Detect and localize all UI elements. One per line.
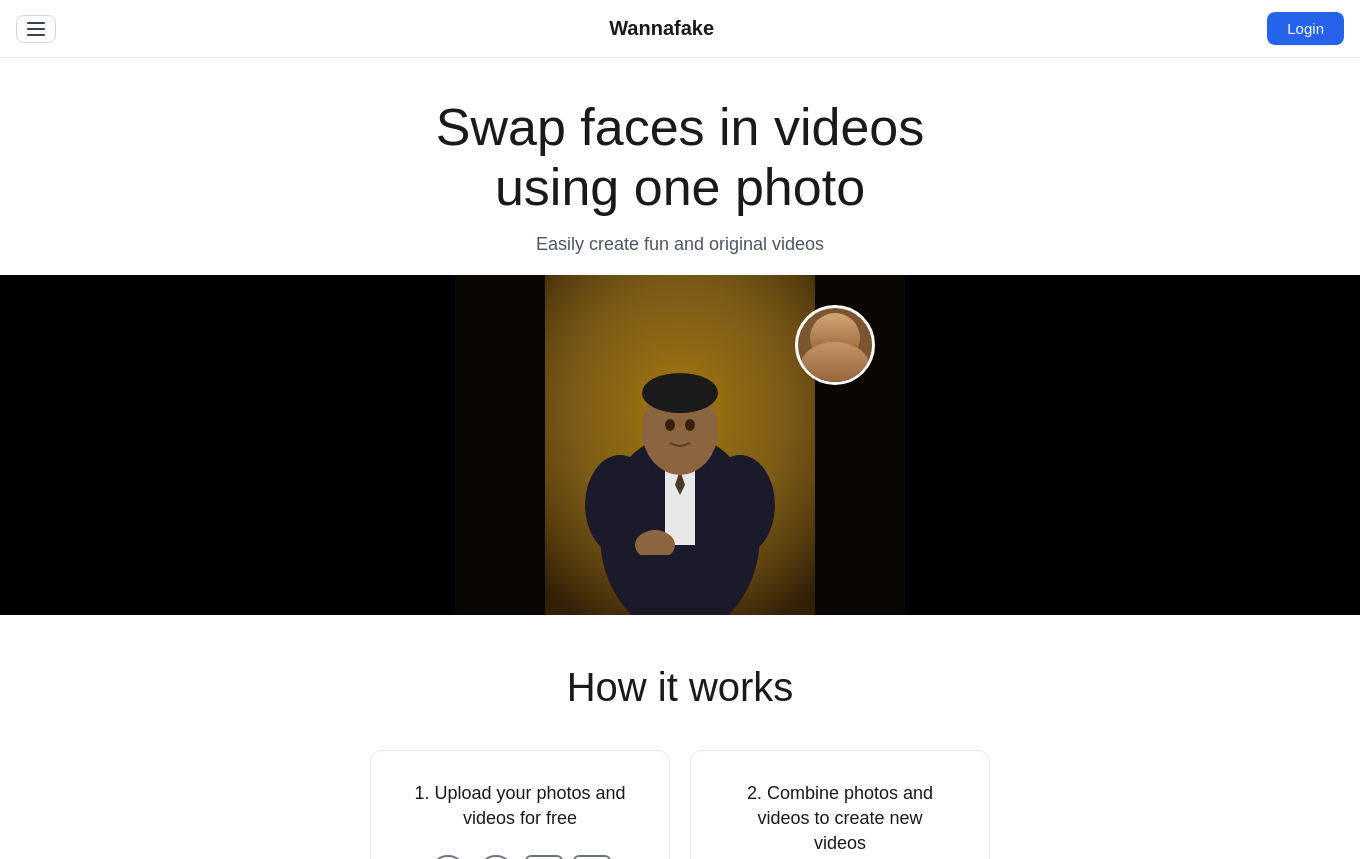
hero-title-line1: Swap faces in videos [436, 98, 925, 156]
hamburger-button[interactable] [16, 15, 56, 43]
svg-point-13 [705, 455, 775, 555]
hero-section: Swap faces in videos using one photo Eas… [0, 58, 1360, 275]
svg-point-26 [825, 358, 845, 374]
hamburger-line [27, 34, 45, 36]
svg-point-10 [665, 419, 675, 431]
face-photo-overlay [795, 305, 875, 385]
svg-point-17 [798, 308, 872, 382]
video-bg-right [905, 275, 1360, 615]
video-section [0, 275, 1360, 615]
how-it-works-section: How it works 1. Upload your photos and v… [0, 615, 1360, 859]
hero-subtitle: Easily create fun and original videos [20, 234, 1340, 255]
video-bg-left [0, 275, 455, 615]
card-upload-title: 1. Upload your photos and videos for fre… [411, 781, 629, 831]
video-thumbnail[interactable] [455, 275, 905, 615]
svg-point-25 [810, 350, 860, 382]
hamburger-line [27, 28, 45, 30]
hamburger-line [27, 22, 45, 24]
svg-line-22 [825, 328, 833, 329]
svg-point-19 [821, 321, 849, 351]
svg-rect-15 [630, 555, 675, 615]
upload-icons-row: ☺ ☻ ▶ ▶ [411, 855, 629, 859]
login-button[interactable]: Login [1267, 12, 1344, 45]
svg-point-21 [838, 329, 844, 336]
hero-title: Swap faces in videos using one photo [20, 98, 1340, 218]
video-icon-1: ▶ [525, 855, 563, 859]
logo: Wannafake [609, 17, 714, 40]
svg-rect-16 [685, 555, 730, 615]
section-title: How it works [20, 665, 1340, 710]
svg-point-11 [685, 419, 695, 431]
svg-point-9 [642, 373, 718, 413]
card-combine: 2. Combine photos and videos to create n… [690, 750, 990, 859]
video-icon-2: ▶ [573, 855, 611, 859]
cards-row: 1. Upload your photos and videos for fre… [20, 750, 1340, 859]
face-icon-2: ☻ [477, 855, 515, 859]
card-combine-title: 2. Combine photos and videos to create n… [731, 781, 949, 857]
svg-point-18 [819, 318, 851, 354]
header: Wannafake Login [0, 0, 1360, 58]
card-upload: 1. Upload your photos and videos for fre… [370, 750, 670, 859]
hero-title-line2: using one photo [495, 158, 865, 216]
svg-rect-3 [455, 275, 545, 615]
face-icon-1: ☺ [429, 855, 467, 859]
svg-point-20 [826, 329, 832, 336]
face-svg [798, 308, 872, 382]
svg-line-23 [837, 328, 845, 329]
